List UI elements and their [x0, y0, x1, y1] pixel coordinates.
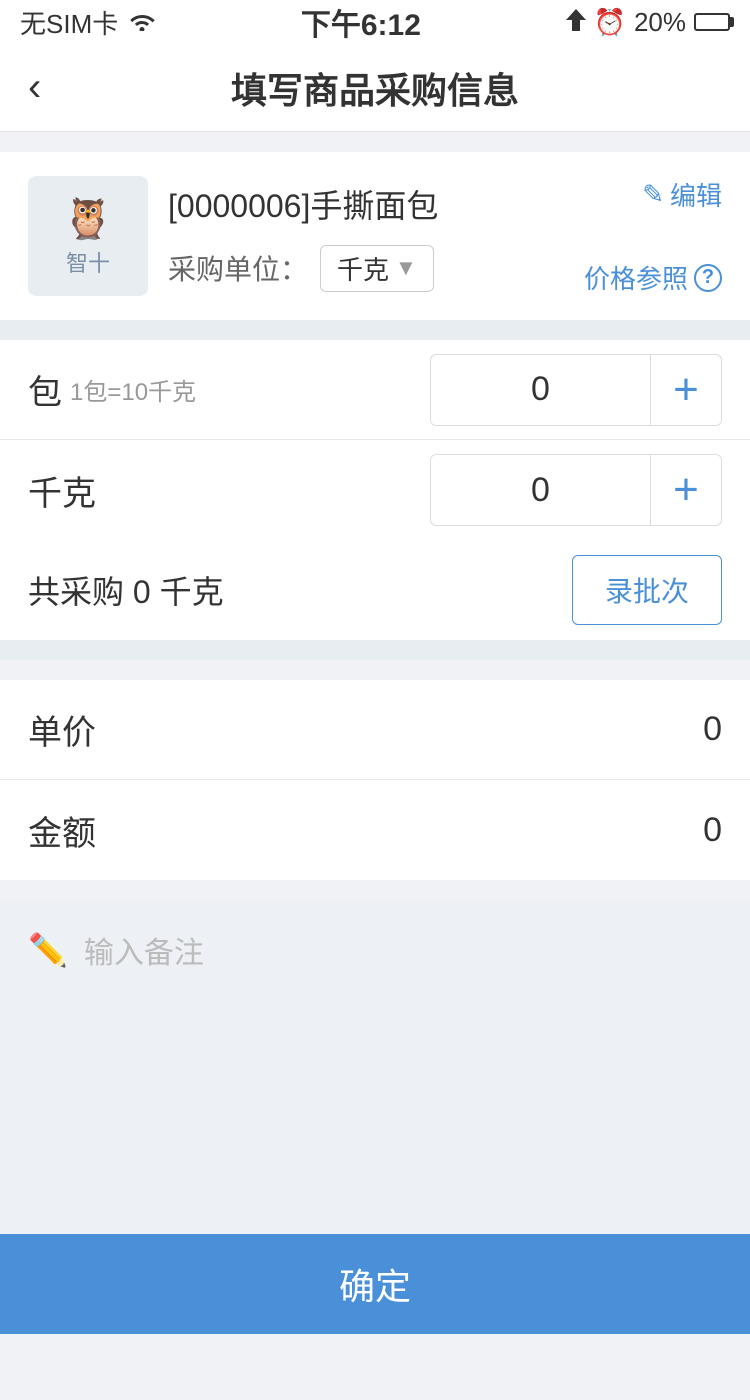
pencil-icon: ✏️ [28, 931, 68, 969]
summary-unit-text: 千克 [160, 574, 224, 610]
battery-icon [694, 13, 730, 31]
status-right: ⏰ 20% [566, 7, 730, 38]
product-name: [0000006]手撕面包 [168, 181, 722, 227]
battery-percent: 20% [634, 7, 686, 38]
amount-value: 0 [703, 811, 722, 850]
location-icon [566, 7, 586, 38]
page-title: 填写商品采购信息 [231, 62, 519, 114]
unit-price-row: 单价 0 [0, 680, 750, 780]
edit-label: 编辑 [670, 176, 722, 213]
help-icon: ? [694, 264, 722, 292]
summary-row: 共采购 0 千克 录批次 [0, 540, 750, 640]
edit-icon: ✎ [642, 179, 664, 210]
amount-row: 金额 0 [0, 780, 750, 880]
kg-input-wrap: + [430, 454, 722, 526]
summary-prefix: 共采购 [28, 574, 124, 610]
status-left: 无SIM卡 [20, 4, 156, 41]
bao-plus-button[interactable]: + [650, 354, 722, 426]
unit-price-label: 单价 [28, 705, 96, 754]
bao-input[interactable] [430, 354, 650, 426]
price-section: 单价 0 金额 0 [0, 680, 750, 880]
section-divider-2 [0, 640, 750, 660]
sim-signal: 无SIM卡 [20, 4, 118, 41]
note-placeholder: 输入备注 [84, 928, 204, 972]
bao-input-wrap: + [430, 354, 722, 426]
status-time: 下午6:12 [301, 0, 421, 44]
unit-badge[interactable]: 千克 ▼ [320, 245, 434, 292]
alarm-icon: ⏰ [594, 7, 626, 38]
note-section[interactable]: ✏️ 输入备注 [0, 900, 750, 1000]
unit-label: 采购单位： [168, 248, 308, 288]
unit-value: 千克 [337, 250, 389, 287]
product-image-label: 智十 [66, 246, 110, 278]
batch-button[interactable]: 录批次 [572, 555, 722, 625]
dropdown-arrow-icon: ▼ [395, 255, 417, 281]
summary-zero: 0 [133, 574, 151, 610]
status-bar: 无SIM卡 下午6:12 ⏰ 20% [0, 0, 750, 44]
amount-label: 金额 [28, 806, 96, 855]
product-owl-icon: 🦉 [63, 195, 113, 242]
wifi-icon [128, 7, 156, 38]
bao-input-row: 包 1包=10千克 + [0, 340, 750, 440]
nav-bar: ‹ 填写商品采购信息 [0, 44, 750, 132]
bao-label: 包 [28, 365, 62, 414]
kg-input[interactable] [430, 454, 650, 526]
kg-label: 千克 [28, 466, 96, 515]
confirm-button[interactable]: 确定 [0, 1234, 750, 1334]
price-ref-button[interactable]: 价格参照 ? [584, 259, 722, 296]
price-ref-label: 价格参照 [584, 259, 688, 296]
product-card: 🦉 智十 [0000006]手撕面包 采购单位： 千克 ▼ ✎ 编辑 价格参照 … [0, 152, 750, 320]
edit-button[interactable]: ✎ 编辑 [642, 176, 722, 213]
summary-text: 共采购 0 千克 [28, 567, 224, 613]
back-button[interactable]: ‹ [28, 65, 41, 110]
kg-input-row: 千克 + [0, 440, 750, 540]
unit-price-value: 0 [703, 710, 722, 749]
bao-sub-label: 1包=10千克 [70, 372, 196, 407]
kg-plus-button[interactable]: + [650, 454, 722, 526]
product-image: 🦉 智十 [28, 176, 148, 296]
section-divider-1 [0, 320, 750, 340]
input-section: 包 1包=10千克 + 千克 + [0, 340, 750, 540]
